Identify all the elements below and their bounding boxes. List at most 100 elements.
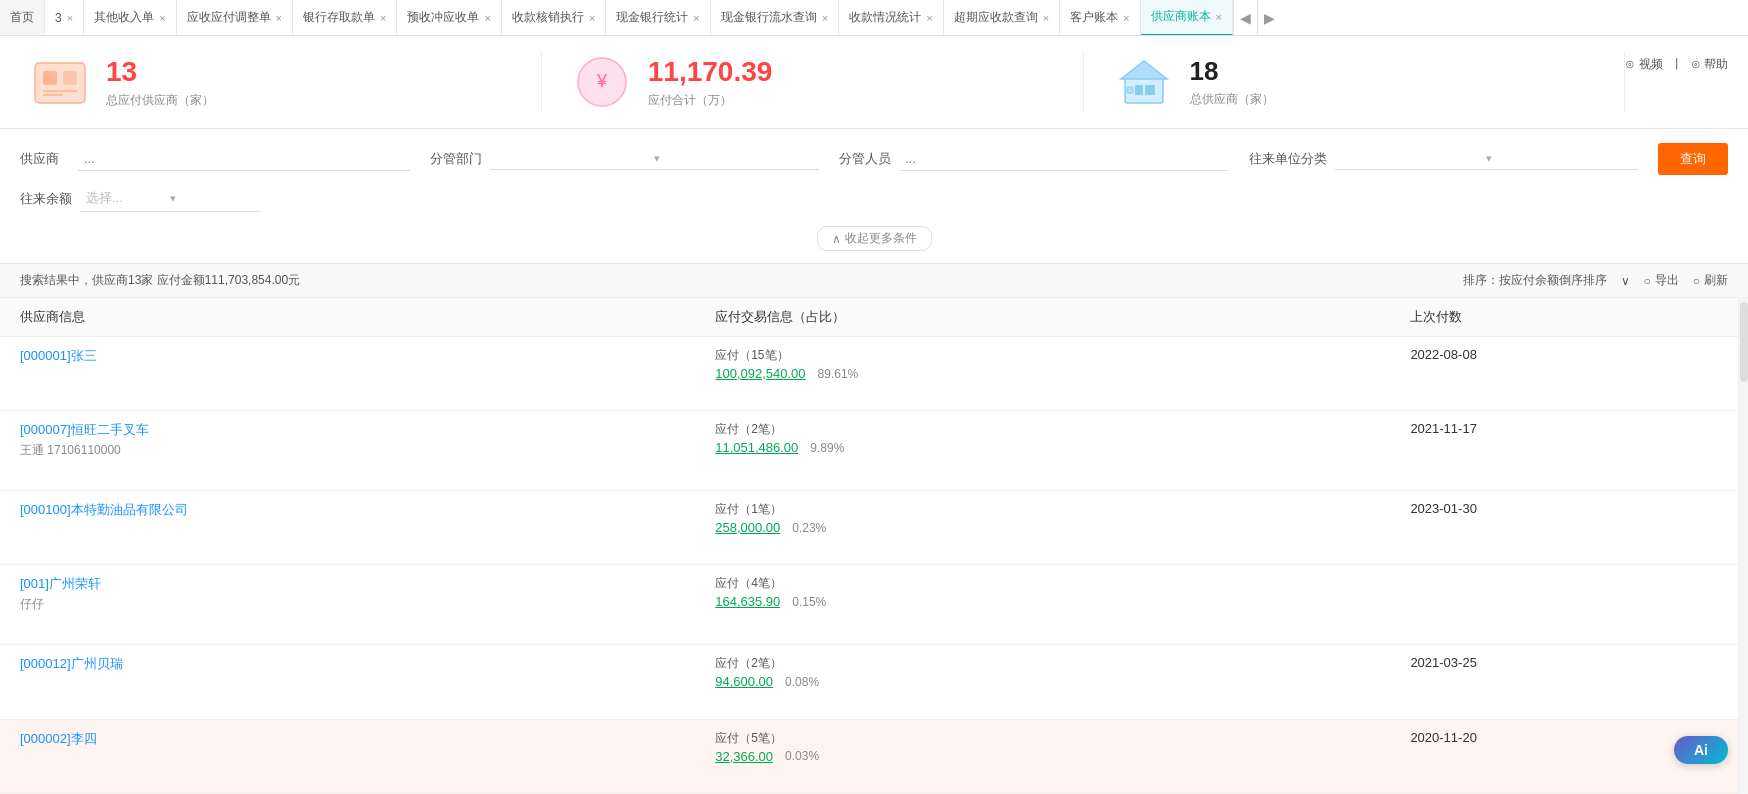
result-actions: 排序：按应付余额倒序排序 ∨ ○ 导出 ○ 刷新 [1463, 272, 1729, 289]
amount-row: 32,366.000.03% [715, 749, 1370, 764]
supplier-link[interactable]: [000001]张三 [20, 348, 97, 363]
supplier-info-cell: [000100]本特勤油品有限公司 [0, 491, 695, 565]
tx-info-cell: 应付（2笔）94,600.000.08% [695, 645, 1390, 719]
nav-tab-adjust[interactable]: 应收应付调整单 × [177, 0, 293, 36]
nav-prev-arrow[interactable]: ◀ [1233, 0, 1257, 36]
close-icon[interactable]: × [589, 12, 595, 24]
nav-tab-supplier-book-label: 供应商账本 [1151, 8, 1211, 25]
tx-label: 应付（2笔） [715, 421, 1370, 438]
amount-value[interactable]: 164,635.90 [715, 594, 780, 609]
filter-supplier: 供应商 [20, 147, 410, 171]
payable-total-amount: 11,170.39 [648, 55, 773, 89]
balance-select-value: 选择... [86, 189, 170, 207]
filter-row-1: 供应商 分管部门 ▾ 分管人员 往来单位分类 ▾ [20, 143, 1728, 175]
export-label: 导出 [1655, 272, 1679, 289]
page-container: 首页 3 × 其他收入单 × 应收应付调整单 × 银行存取款单 × 预收冲应收单… [0, 0, 1748, 794]
top-right-links: ⊙ 视频 丨 ⊙ 帮助 [1625, 52, 1728, 73]
tx-label: 应付（5笔） [715, 730, 1370, 747]
filter-person: 分管人员 [839, 147, 1229, 171]
amount-value[interactable]: 258,000.00 [715, 520, 780, 535]
close-icon[interactable]: × [159, 12, 165, 24]
close-icon[interactable]: × [67, 12, 73, 24]
close-icon[interactable]: × [822, 12, 828, 24]
ai-button[interactable]: Ai [1674, 736, 1728, 764]
tx-info-cell: 应付（2笔） 11,051,486.00 9.89% [695, 411, 1390, 491]
summary-text-payable: 13 总应付供应商（家） [106, 55, 214, 110]
tx-info-cell: 应付（15笔）100,092,540.0089.61% [695, 337, 1390, 411]
nav-tab-home[interactable]: 首页 [0, 0, 45, 36]
payable-suppliers-count: 13 [106, 55, 214, 89]
nav-tab-adjust-label: 应收应付调整单 [187, 9, 271, 26]
collapse-button[interactable]: ∧ 收起更多条件 [817, 226, 932, 251]
export-button[interactable]: ○ 导出 [1644, 272, 1679, 289]
dept-select[interactable]: ▾ [490, 148, 820, 170]
result-bar: 搜索结果中，供应商13家 应付金额111,703,854.00元 排序：按应付余… [0, 264, 1748, 298]
nav-tab-other-income[interactable]: 其他收入单 × [84, 0, 176, 36]
close-icon[interactable]: × [1216, 11, 1222, 23]
refresh-icon: ○ [1693, 274, 1700, 288]
scrollbar-thumb[interactable] [1740, 302, 1748, 382]
amount-value[interactable]: 94,600.00 [715, 674, 773, 689]
dept-dropdown-arrow: ▾ [654, 152, 813, 165]
close-icon[interactable]: × [276, 12, 282, 24]
video-label: 视频 [1639, 57, 1663, 71]
last-payment-cell: 2021-03-25 [1390, 645, 1738, 719]
summary-item-payable-suppliers: 13 总应付供应商（家） [20, 52, 542, 112]
nav-tab-overdue[interactable]: 超期应收款查询 × [944, 0, 1060, 36]
category-select[interactable]: ▾ [1335, 148, 1639, 170]
close-icon[interactable]: × [693, 12, 699, 24]
nav-tab-cash-flow[interactable]: 现金银行流水查询 × [711, 0, 839, 36]
tx-label: 应付（2笔） [715, 655, 1370, 672]
close-icon[interactable]: × [380, 12, 386, 24]
balance-select[interactable]: 选择... ▾ [80, 185, 260, 212]
table-header-row: 供应商信息 应付交易信息（占比） 上次付数 [0, 298, 1738, 337]
person-input[interactable] [899, 147, 1229, 171]
supplier-link[interactable]: [000100]本特勤油品有限公司 [20, 502, 188, 517]
refresh-button[interactable]: ○ 刷新 [1693, 272, 1728, 289]
balance-dropdown-arrow: ▾ [170, 192, 254, 205]
amount-value[interactable]: 11,051,486.00 [715, 440, 798, 455]
nav-tab-3[interactable]: 3 × [45, 0, 84, 36]
help-label: 帮助 [1704, 57, 1728, 71]
person-label: 分管人员 [839, 150, 891, 168]
nav-tab-cash-stat[interactable]: 现金银行统计 × [606, 0, 710, 36]
summary-bar: 13 总应付供应商（家） ¥ 11,170.39 应付合计（万） [0, 36, 1748, 129]
sort-arrow-icon[interactable]: ∨ [1621, 274, 1630, 288]
category-label: 往来单位分类 [1249, 150, 1327, 168]
nav-tab-receipt-stat[interactable]: 收款情况统计 × [839, 0, 943, 36]
nav-tab-3-label: 3 [55, 11, 62, 25]
close-icon[interactable]: × [1123, 12, 1129, 24]
nav-tab-prepay[interactable]: 预收冲应收单 × [397, 0, 501, 36]
amount-icon: ¥ [572, 52, 632, 112]
supplier-link[interactable]: [001]广州荣轩 [20, 576, 101, 591]
supplier-link[interactable]: [000002]李四 [20, 731, 97, 746]
video-link[interactable]: ⊙ 视频 [1625, 56, 1662, 73]
table-row: [000007]恒旺二手叉车王通 17106110000应付（2笔）11,051… [0, 411, 1738, 491]
supplier-link[interactable]: [000012]广州贝瑞 [20, 656, 123, 671]
nav-tab-home-label: 首页 [10, 9, 34, 26]
amount-percentage: 9.89% [810, 441, 844, 455]
supplier-link[interactable]: [000007]恒旺二手叉车 [20, 422, 149, 437]
nav-tab-supplier-book[interactable]: 供应商账本 × [1141, 0, 1233, 36]
supplier-payable-icon [30, 52, 90, 112]
supplier-input[interactable] [78, 147, 410, 171]
nav-tab-customer-book[interactable]: 客户账本 × [1060, 0, 1140, 36]
amount-value[interactable]: 100,092,540.00 [715, 366, 805, 381]
result-info-text: 搜索结果中，供应商13家 应付金额111,703,854.00元 [20, 272, 1463, 289]
filter-row-2: 往来余额 选择... ▾ [20, 185, 1728, 212]
tx-label: 应付（4笔） [715, 575, 1370, 592]
nav-next-arrow[interactable]: ▶ [1257, 0, 1281, 36]
amount-row: 100,092,540.0089.61% [715, 366, 1370, 381]
close-icon[interactable]: × [926, 12, 932, 24]
table-row: [000001]张三应付（15笔）100,092,540.0089.61%202… [0, 337, 1738, 411]
nav-tab-bank[interactable]: 银行存取款单 × [293, 0, 397, 36]
help-link[interactable]: ⊙ 帮助 [1691, 56, 1728, 73]
close-icon[interactable]: × [484, 12, 490, 24]
query-button[interactable]: 查询 [1658, 143, 1728, 175]
nav-tab-collection[interactable]: 收款核销执行 × [502, 0, 606, 36]
tx-info-cell: 应付（5笔） 32,366.000.03% [695, 719, 1390, 793]
nav-tab-cash-flow-label: 现金银行流水查询 [721, 9, 817, 26]
scrollbar-track[interactable] [1738, 298, 1748, 794]
close-icon[interactable]: × [1043, 12, 1049, 24]
amount-value[interactable]: 32,366.00 [715, 749, 773, 764]
